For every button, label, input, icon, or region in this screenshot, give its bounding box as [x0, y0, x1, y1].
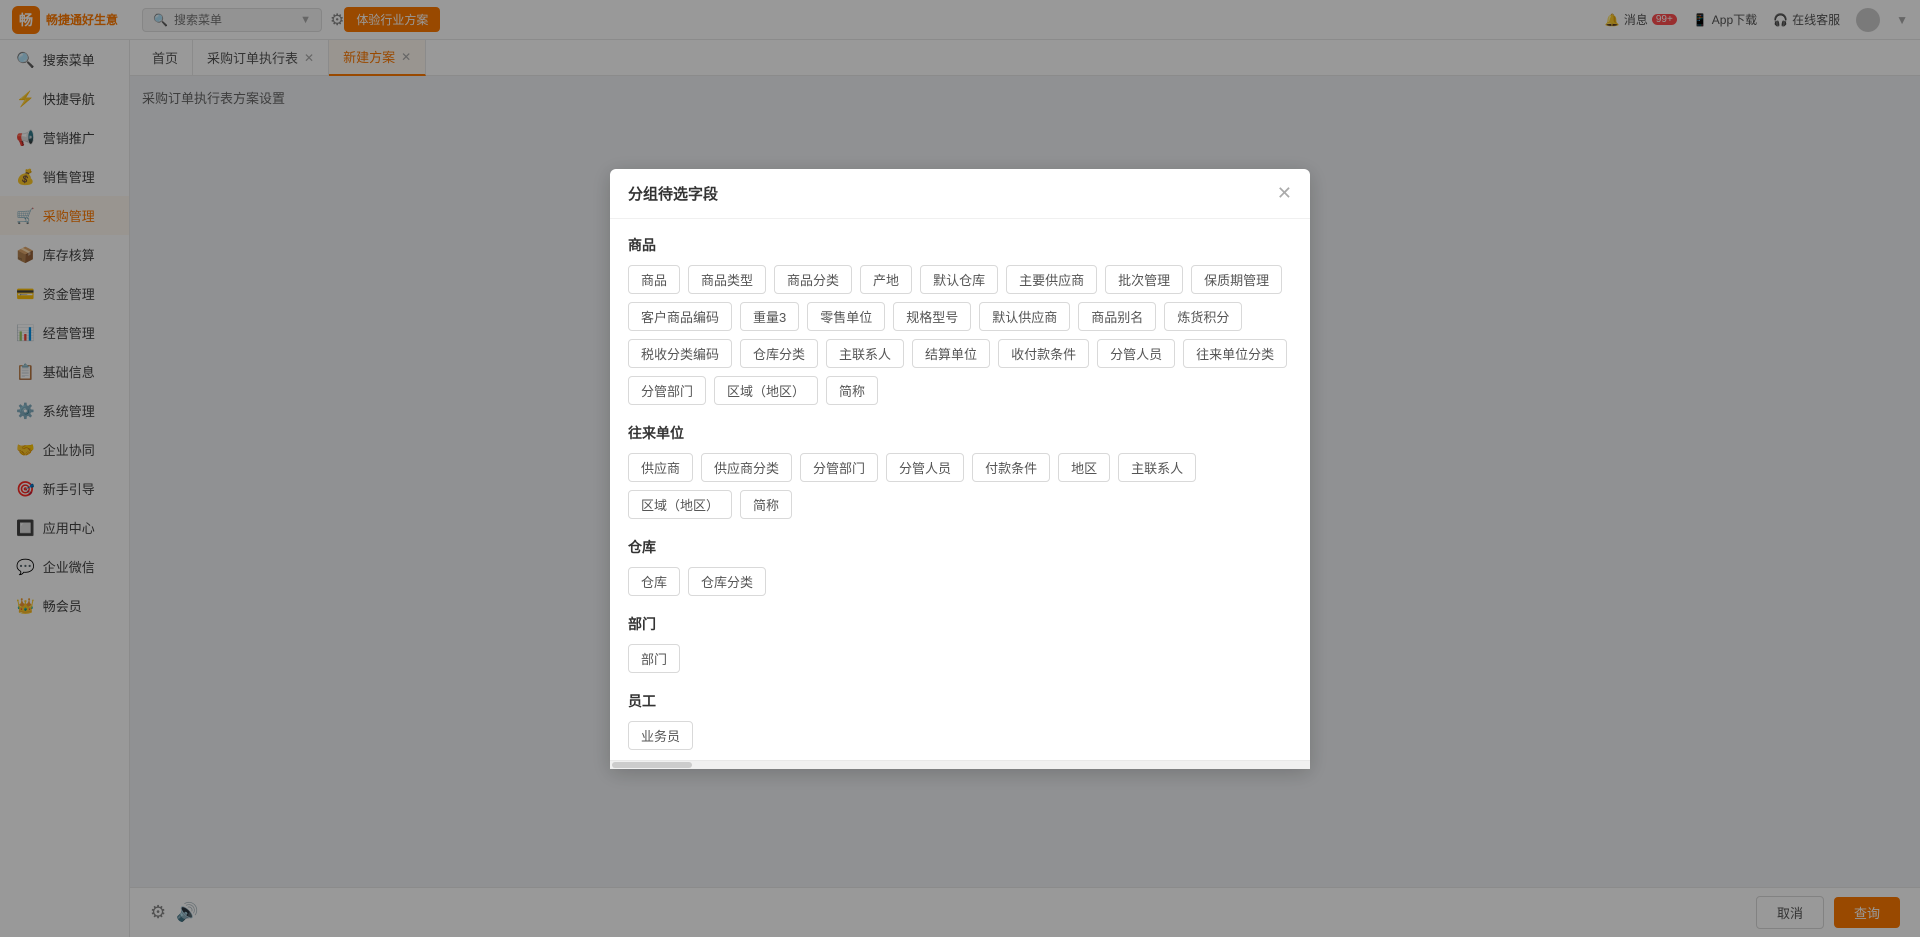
field-tags-0: 商品商品类型商品分类产地默认仓库主要供应商批次管理保质期管理客户商品编码重量3 零… [628, 265, 1292, 405]
field-tag-0-18[interactable]: 结算单位 [912, 339, 990, 368]
field-tag-2-1[interactable]: 仓库分类 [688, 567, 766, 596]
field-group-title-4: 员工 [628, 691, 1292, 711]
field-tag-1-0[interactable]: 供应商 [628, 453, 693, 482]
field-tag-0-1[interactable]: 商品类型 [688, 265, 766, 294]
field-tag-0-14[interactable]: 炼货积分 [1164, 302, 1242, 331]
field-tag-0-11[interactable]: 规格型号 [893, 302, 971, 331]
field-tags-1: 供应商供应商分类分管部门分管人员付款条件地区主联系人区域（地区） 简称 [628, 453, 1292, 519]
field-tag-0-10[interactable]: 零售单位 [807, 302, 885, 331]
field-group-title-1: 往来单位 [628, 423, 1292, 443]
field-tag-0-4[interactable]: 默认仓库 [920, 265, 998, 294]
field-tag-0-9[interactable]: 重量3 [740, 302, 799, 331]
field-group-0: 商品商品商品类型商品分类产地默认仓库主要供应商批次管理保质期管理客户商品编码重量… [628, 235, 1292, 405]
field-tag-3-0[interactable]: 部门 [628, 644, 680, 673]
modal-horizontal-scrollbar[interactable] [610, 760, 1310, 769]
field-tag-0-16[interactable]: 仓库分类 [740, 339, 818, 368]
field-tag-0-20[interactable]: 分管人员 [1097, 339, 1175, 368]
modal-body: 商品商品商品类型商品分类产地默认仓库主要供应商批次管理保质期管理客户商品编码重量… [610, 219, 1310, 760]
field-group-title-0: 商品 [628, 235, 1292, 255]
field-tags-3: 部门 [628, 644, 1292, 673]
field-tag-1-4[interactable]: 付款条件 [972, 453, 1050, 482]
field-tag-0-24[interactable]: 简称 [826, 376, 878, 405]
modal-close-button[interactable]: ✕ [1277, 183, 1292, 204]
modal-header: 分组待选字段 ✕ [610, 169, 1310, 219]
field-tag-0-23[interactable]: 区域（地区） [714, 376, 818, 405]
field-tag-1-3[interactable]: 分管人员 [886, 453, 964, 482]
field-tag-0-12[interactable]: 默认供应商 [979, 302, 1070, 331]
field-tag-0-22[interactable]: 分管部门 [628, 376, 706, 405]
modal-title: 分组待选字段 [628, 183, 718, 204]
modal-overlay: 分组待选字段 ✕ 商品商品商品类型商品分类产地默认仓库主要供应商批次管理保质期管… [0, 0, 1920, 937]
field-group-title-3: 部门 [628, 614, 1292, 634]
field-tag-0-5[interactable]: 主要供应商 [1006, 265, 1097, 294]
field-tag-1-1[interactable]: 供应商分类 [701, 453, 792, 482]
field-tag-1-2[interactable]: 分管部门 [800, 453, 878, 482]
field-tag-1-7[interactable]: 区域（地区） [628, 490, 732, 519]
field-tag-1-8[interactable]: 简称 [740, 490, 792, 519]
field-tags-4: 业务员 [628, 721, 1292, 750]
field-group-3: 部门部门 [628, 614, 1292, 673]
field-tag-0-3[interactable]: 产地 [860, 265, 912, 294]
field-tag-0-21[interactable]: 往来单位分类 [1183, 339, 1287, 368]
field-tags-2: 仓库仓库分类 [628, 567, 1292, 596]
field-tag-2-0[interactable]: 仓库 [628, 567, 680, 596]
field-tag-1-6[interactable]: 主联系人 [1118, 453, 1196, 482]
field-tag-0-7[interactable]: 保质期管理 [1191, 265, 1282, 294]
field-selection-modal: 分组待选字段 ✕ 商品商品商品类型商品分类产地默认仓库主要供应商批次管理保质期管… [610, 169, 1310, 769]
field-group-title-2: 仓库 [628, 537, 1292, 557]
scrollbar-thumb [612, 762, 692, 768]
field-tag-0-19[interactable]: 收付款条件 [998, 339, 1089, 368]
field-tag-0-2[interactable]: 商品分类 [774, 265, 852, 294]
field-group-4: 员工业务员 [628, 691, 1292, 750]
field-tag-0-6[interactable]: 批次管理 [1105, 265, 1183, 294]
field-group-2: 仓库仓库仓库分类 [628, 537, 1292, 596]
field-tag-0-8[interactable]: 客户商品编码 [628, 302, 732, 331]
field-tag-0-17[interactable]: 主联系人 [826, 339, 904, 368]
field-tag-0-15[interactable]: 税收分类编码 [628, 339, 732, 368]
field-tag-0-13[interactable]: 商品别名 [1078, 302, 1156, 331]
field-tag-0-0[interactable]: 商品 [628, 265, 680, 294]
field-tag-1-5[interactable]: 地区 [1058, 453, 1110, 482]
field-tag-4-0[interactable]: 业务员 [628, 721, 693, 750]
field-group-1: 往来单位供应商供应商分类分管部门分管人员付款条件地区主联系人区域（地区） 简称 [628, 423, 1292, 519]
